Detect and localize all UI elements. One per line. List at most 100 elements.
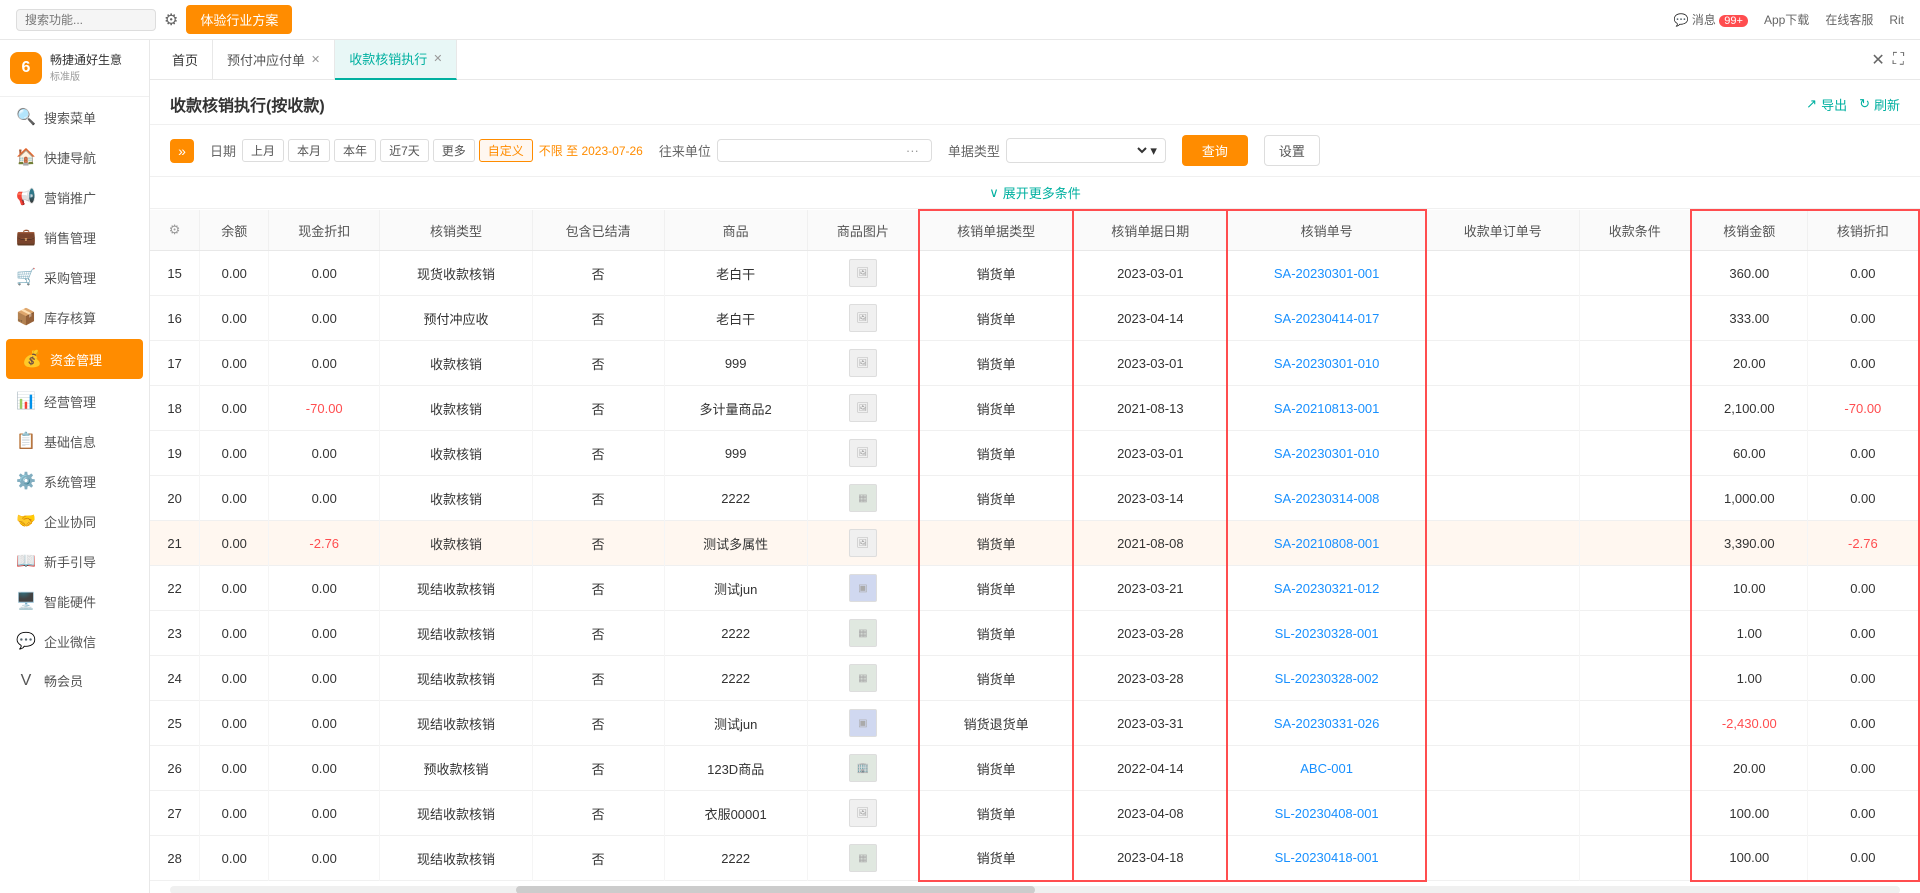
refresh-btn[interactable]: ↻ 刷新 (1859, 95, 1900, 114)
cell-goods: 2222 (664, 476, 807, 521)
table-scrollbar[interactable] (170, 886, 1900, 893)
sidebar-item-finance[interactable]: 💰 资金管理 (6, 339, 143, 379)
col-writeoff-bill-no: 核销单号 (1227, 210, 1425, 251)
cell-writeoff-bill-no[interactable]: SA-20210813-001 (1227, 386, 1425, 431)
bill-no-link[interactable]: SL-20230418-001 (1275, 850, 1379, 865)
gear-icon[interactable]: ⚙ (164, 10, 178, 30)
cell-writeoff-bill-no[interactable]: SA-20230301-010 (1227, 431, 1425, 476)
cell-writeoff-bill-type: 销货单 (919, 566, 1073, 611)
app-download[interactable]: App下载 (1764, 11, 1809, 28)
counterparty-dots[interactable]: ··· (906, 143, 919, 158)
bill-no-link[interactable]: SA-20230301-001 (1274, 266, 1380, 281)
bill-no-link[interactable]: SA-20210808-001 (1274, 536, 1380, 551)
cell-writeoff-bill-no[interactable]: SA-20230414-017 (1227, 296, 1425, 341)
bill-no-link[interactable]: SA-20230331-026 (1274, 716, 1380, 731)
refresh-label: 刷新 (1874, 95, 1900, 114)
bill-no-link[interactable]: SL-20230328-002 (1275, 671, 1379, 686)
cell-writeoff-bill-no[interactable]: SA-20230314-008 (1227, 476, 1425, 521)
expand-tab-btn[interactable]: ⛶ (1893, 50, 1904, 70)
cell-goods-img: ▣ (807, 566, 919, 611)
custom-btn[interactable]: 自定义 (479, 139, 533, 162)
sidebar-item-member[interactable]: V 畅会员 (0, 661, 149, 700)
cell-writeoff-bill-no[interactable]: SL-20230328-001 (1227, 611, 1425, 656)
search-input[interactable] (16, 9, 156, 31)
filter-more-row[interactable]: ∨ 展开更多条件 (150, 177, 1920, 209)
cell-receive-order-no (1426, 611, 1579, 656)
page-title: 收款核销执行(按收款) (170, 92, 325, 116)
sidebar-item-wechat[interactable]: 💬 企业微信 (0, 621, 149, 661)
cell-writeoff-bill-type: 销货单 (919, 611, 1073, 656)
counterparty-input[interactable] (726, 143, 902, 158)
col-receive-order-no: 收款单订单号 (1426, 210, 1579, 251)
cell-writeoff-bill-no[interactable]: SL-20230328-002 (1227, 656, 1425, 701)
query-btn[interactable]: 查询 (1182, 135, 1248, 166)
filter-expand-btn[interactable]: » (170, 139, 194, 163)
bill-no-link[interactable]: SA-20230414-017 (1274, 311, 1380, 326)
expand-more-icon: ∨ (989, 185, 999, 201)
tab-home[interactable]: 首页 (158, 40, 213, 80)
cell-writeoff-bill-no[interactable]: SA-20230321-012 (1227, 566, 1425, 611)
sidebar-item-corp[interactable]: 🤝 企业协同 (0, 501, 149, 541)
cell-goods: 2222 (664, 836, 807, 881)
scrollbar-thumb[interactable] (516, 886, 1035, 893)
cell-writeoff-bill-no[interactable]: SA-20230331-026 (1227, 701, 1425, 746)
sidebar-item-basic[interactable]: 📋 基础信息 (0, 421, 149, 461)
sidebar-item-shortcut[interactable]: 🏠 快捷导航 (0, 137, 149, 177)
cell-writeoff-discount: 0.00 (1807, 656, 1919, 701)
cell-writeoff-bill-no[interactable]: SA-20210808-001 (1227, 521, 1425, 566)
message-area[interactable]: 💬 消息 99+ (1674, 11, 1748, 28)
table-settings-icon[interactable]: ⚙ (169, 222, 181, 237)
bill-no-link[interactable]: SA-20230321-012 (1274, 581, 1380, 596)
sidebar-item-sales[interactable]: 💼 销售管理 (0, 217, 149, 257)
sidebar-item-inventory[interactable]: 📦 库存核算 (0, 297, 149, 337)
cell-writeoff-bill-no[interactable]: SL-20230418-001 (1227, 836, 1425, 881)
cell-goods-img: 🖼 (807, 251, 919, 296)
sidebar-item-search[interactable]: 🔍 搜索菜单 (0, 97, 149, 137)
cell-writeoff-bill-no[interactable]: ABC-001 (1227, 746, 1425, 791)
this-year-btn[interactable]: 本年 (334, 139, 376, 162)
last-month-btn[interactable]: 上月 (242, 139, 284, 162)
setting-btn[interactable]: 设置 (1264, 135, 1320, 166)
col-writeoff-bill-date: 核销单据日期 (1073, 210, 1227, 251)
close-tab-btn[interactable]: ✕ (1871, 50, 1884, 70)
cell-writeoff-bill-no[interactable]: SA-20230301-001 (1227, 251, 1425, 296)
last7-btn[interactable]: 近7天 (380, 139, 429, 162)
sidebar-item-guide[interactable]: 📖 新手引导 (0, 541, 149, 581)
bill-no-link[interactable]: SA-20230314-008 (1274, 491, 1380, 506)
goods-image: 🖼 (849, 259, 877, 287)
sidebar-item-label: 畅会员 (44, 671, 83, 690)
industry-btn[interactable]: 体验行业方案 (186, 5, 292, 34)
sidebar-item-hardware[interactable]: 🖥️ 智能硬件 (0, 581, 149, 621)
cell-writeoff-bill-no[interactable]: SA-20230301-010 (1227, 341, 1425, 386)
cell-cash-discount: 0.00 (269, 341, 380, 386)
cell-receive-order-no (1426, 341, 1579, 386)
export-btn[interactable]: ↗ 导出 (1806, 95, 1847, 114)
bill-no-link[interactable]: SA-20230301-010 (1274, 446, 1380, 461)
cell-writeoff-bill-no[interactable]: SL-20230408-001 (1227, 791, 1425, 836)
bill-no-link[interactable]: SL-20230328-001 (1275, 626, 1379, 641)
col-goods: 商品 (664, 210, 807, 251)
bill-no-link[interactable]: SL-20230408-001 (1275, 806, 1379, 821)
tab-prepay-close[interactable]: ✕ (311, 53, 320, 66)
online-service[interactable]: 在线客服 (1825, 11, 1873, 28)
tab-receive-close[interactable]: ✕ (433, 52, 442, 65)
more-btn[interactable]: 更多 (433, 139, 475, 162)
sidebar-item-marketing[interactable]: 📢 营销推广 (0, 177, 149, 217)
table-row: 22 0.00 0.00 现结收款核销 否 测试jun ▣ 销货单 2023-0… (150, 566, 1919, 611)
cell-include-settled: 否 (532, 251, 664, 296)
bill-no-link[interactable]: SA-20210813-001 (1274, 401, 1380, 416)
col-settings[interactable]: ⚙ (150, 210, 200, 251)
logo-sub: 标准版 (50, 68, 122, 83)
tab-receive[interactable]: 收款核销执行 ✕ (335, 40, 457, 80)
sidebar-item-system[interactable]: ⚙️ 系统管理 (0, 461, 149, 501)
bill-type-label: 单据类型 (948, 141, 1000, 160)
bill-no-link[interactable]: SA-20230301-010 (1274, 356, 1380, 371)
this-month-btn[interactable]: 本月 (288, 139, 330, 162)
bill-type-select[interactable] (1015, 142, 1150, 159)
bill-no-link[interactable]: ABC-001 (1300, 761, 1353, 776)
cell-goods-img: 🖼 (807, 341, 919, 386)
tab-receive-label: 收款核销执行 (349, 49, 427, 68)
sidebar-item-purchase[interactable]: 🛒 采购管理 (0, 257, 149, 297)
tab-prepay[interactable]: 预付冲应付单 ✕ (213, 40, 335, 80)
sidebar-item-operation[interactable]: 📊 经营管理 (0, 381, 149, 421)
